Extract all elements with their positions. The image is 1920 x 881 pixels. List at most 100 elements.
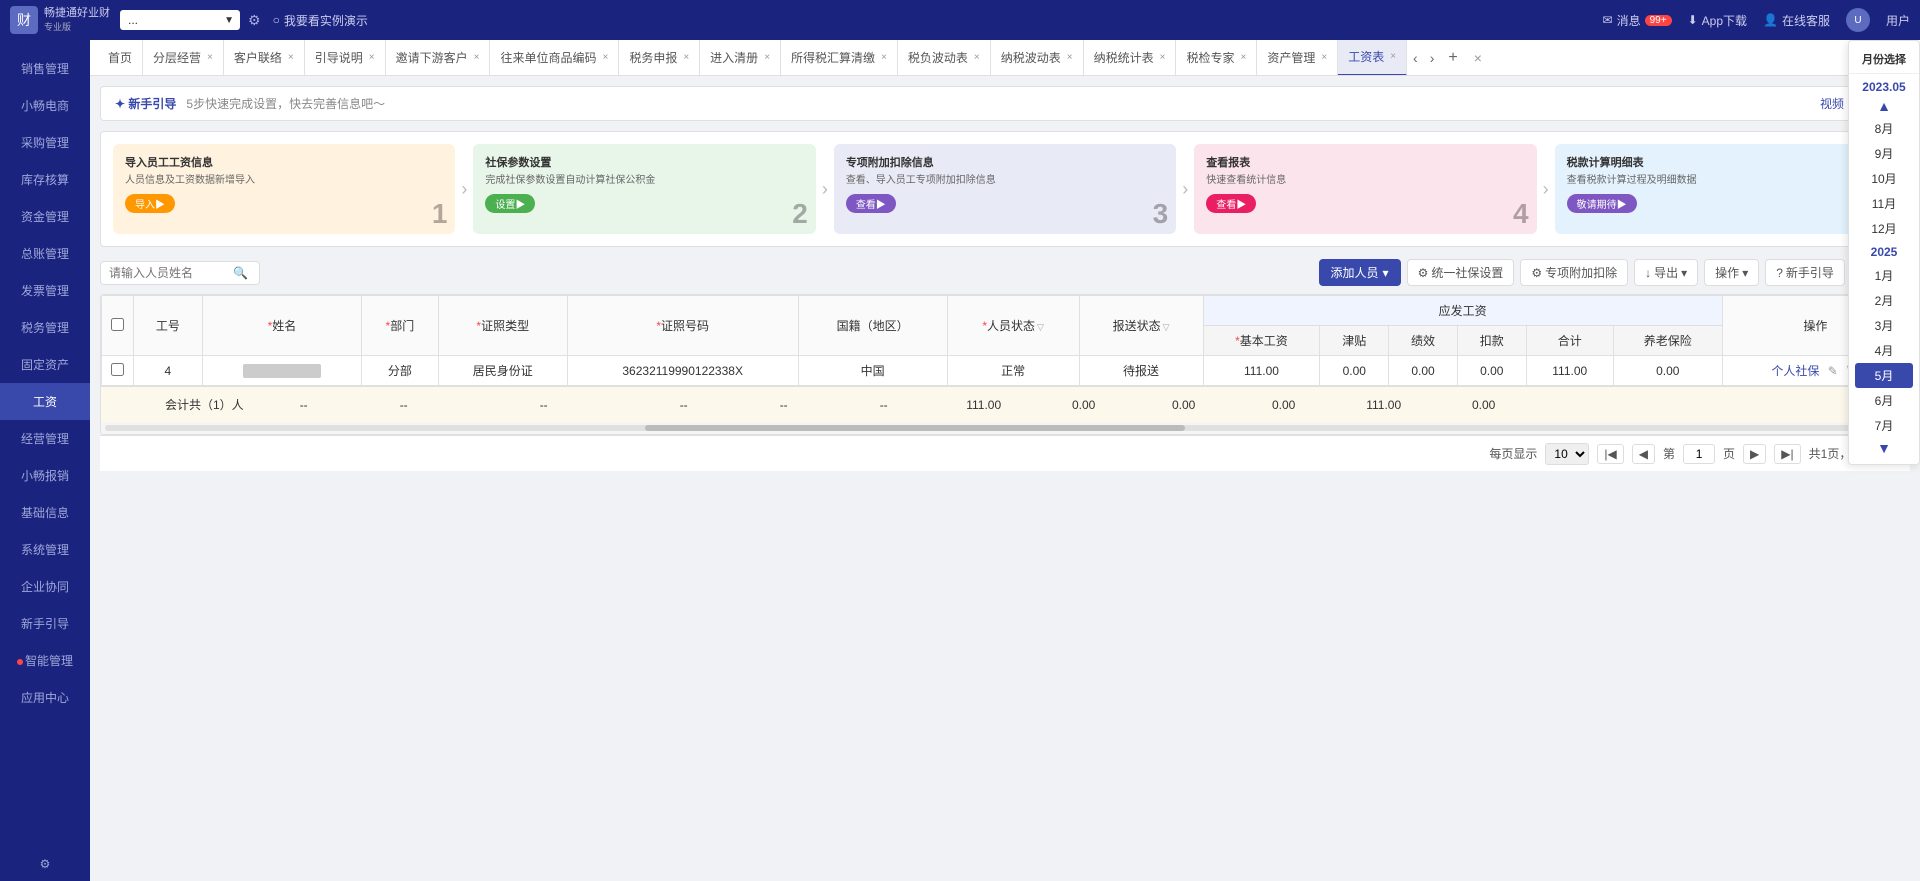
step-3-btn[interactable]: 查看▶ bbox=[846, 194, 896, 213]
step-5-btn[interactable]: 敬请期待▶ bbox=[1567, 194, 1637, 213]
tab-tax-calc[interactable]: 所得税汇算清缴× bbox=[781, 40, 898, 76]
company-selector[interactable]: ... ▼ bbox=[120, 10, 240, 30]
status-sort-icon[interactable]: ▽ bbox=[1037, 322, 1044, 332]
month-down-button[interactable]: ▼ bbox=[1873, 440, 1895, 456]
row-checkbox[interactable] bbox=[111, 363, 124, 376]
tab-prev-button[interactable]: ‹ bbox=[1407, 50, 1424, 66]
month-item-5[interactable]: 5月 bbox=[1855, 363, 1913, 388]
tab-guide-close[interactable]: × bbox=[369, 52, 375, 63]
month-item-9[interactable]: 9月 bbox=[1849, 141, 1919, 166]
month-item-1[interactable]: 1月 bbox=[1849, 263, 1919, 288]
sidebar-item-salary[interactable]: 工资 bbox=[0, 383, 90, 420]
sidebar-item-apps[interactable]: 应用中心 bbox=[0, 679, 90, 716]
tab-product-code-close[interactable]: × bbox=[602, 52, 608, 63]
tab-tax-table-close[interactable]: × bbox=[1160, 52, 1166, 63]
add-person-button[interactable]: 添加人员 ▾ bbox=[1319, 259, 1401, 286]
new-guide-button[interactable]: ? 新手引导 bbox=[1765, 259, 1845, 286]
step-2-btn[interactable]: 设置▶ bbox=[485, 194, 535, 213]
sidebar-item-finance[interactable]: 资金管理 bbox=[0, 198, 90, 235]
last-page-button[interactable]: ▶| bbox=[1774, 444, 1800, 464]
tab-tax-expert-close[interactable]: × bbox=[1240, 52, 1246, 63]
month-up-button[interactable]: ▲ bbox=[1873, 98, 1895, 114]
sidebar-item-enterprise[interactable]: 企业协同 bbox=[0, 568, 90, 605]
first-page-button[interactable]: |◀ bbox=[1597, 444, 1623, 464]
tab-tax-calc-close[interactable]: × bbox=[881, 52, 887, 63]
step-1-btn[interactable]: 导入▶ bbox=[125, 194, 175, 213]
sidebar-item-fixedasset[interactable]: 固定资产 bbox=[0, 346, 90, 383]
sidebar-settings-button[interactable]: ⚙ bbox=[0, 847, 90, 881]
sidebar-item-newguide[interactable]: 新手引导 bbox=[0, 605, 90, 642]
sidebar-item-operation[interactable]: 经营管理 bbox=[0, 420, 90, 457]
scrollbar-track[interactable] bbox=[105, 425, 1905, 431]
tab-customer-close[interactable]: × bbox=[288, 52, 294, 63]
sidebar-item-ledger[interactable]: 总账管理 bbox=[0, 235, 90, 272]
search-input[interactable] bbox=[109, 266, 229, 280]
tab-guide[interactable]: 引导说明× bbox=[305, 40, 386, 76]
month-item-11[interactable]: 11月 bbox=[1849, 191, 1919, 216]
sidebar-item-inventory[interactable]: 库存核算 bbox=[0, 161, 90, 198]
month-item-8[interactable]: 8月 bbox=[1849, 116, 1919, 141]
tab-tier-mgmt[interactable]: 分层经营× bbox=[143, 40, 224, 76]
tab-tier-mgmt-close[interactable]: × bbox=[207, 52, 213, 63]
page-size-select[interactable]: 10 20 50 bbox=[1545, 443, 1589, 465]
next-page-button[interactable]: ▶ bbox=[1743, 444, 1766, 464]
tab-salary[interactable]: 工资表× bbox=[1338, 40, 1407, 76]
deduction-button[interactable]: ⚙ 专项附加扣除 bbox=[1520, 259, 1628, 286]
online-service-button[interactable]: 👤 在线客服 bbox=[1763, 12, 1830, 29]
sidebar-item-invoice[interactable]: 发票管理 bbox=[0, 272, 90, 309]
tab-tax-exempt-close[interactable]: × bbox=[974, 52, 980, 63]
tab-salary-close[interactable]: × bbox=[1390, 51, 1396, 62]
sidebar-item-marketing[interactable]: 小畅报销 bbox=[0, 457, 90, 494]
tab-invite-close[interactable]: × bbox=[474, 52, 480, 63]
tab-customer[interactable]: 客户联络× bbox=[224, 40, 305, 76]
app-download-button[interactable]: ⬇ App下载 bbox=[1688, 12, 1747, 29]
guide-video-link[interactable]: 视频 bbox=[1820, 95, 1844, 112]
sidebar-item-tax[interactable]: 税务管理 bbox=[0, 309, 90, 346]
tab-clear-book-close[interactable]: × bbox=[764, 52, 770, 63]
tab-home[interactable]: 首页 bbox=[98, 40, 143, 76]
sidebar-item-system[interactable]: 系统管理 bbox=[0, 531, 90, 568]
search-icon[interactable]: 🔍 bbox=[233, 266, 248, 280]
sidebar-item-purchase[interactable]: 采购管理 bbox=[0, 124, 90, 161]
month-item-3[interactable]: 3月 bbox=[1849, 313, 1919, 338]
tab-next-button[interactable]: › bbox=[1424, 50, 1441, 66]
send-status-sort-icon[interactable]: ▽ bbox=[1163, 322, 1170, 332]
prev-page-button[interactable]: ◀ bbox=[1632, 444, 1655, 464]
horizontal-scrollbar[interactable] bbox=[101, 422, 1909, 434]
export-button[interactable]: ↓ 导出 ▾ bbox=[1634, 259, 1698, 286]
step-4-btn[interactable]: 查看▶ bbox=[1206, 194, 1256, 213]
row-edit-icon[interactable]: ✎ bbox=[1828, 364, 1838, 378]
month-item-7[interactable]: 7月 bbox=[1849, 413, 1919, 438]
demo-button[interactable]: ○ 我要看实例演示 bbox=[273, 12, 368, 29]
sidebar-item-ecommerce[interactable]: 小畅电商 bbox=[0, 87, 90, 124]
month-item-10[interactable]: 10月 bbox=[1849, 166, 1919, 191]
tab-asset-mgmt-close[interactable]: × bbox=[1321, 52, 1327, 63]
select-all-checkbox[interactable] bbox=[111, 318, 124, 331]
tab-invite[interactable]: 邀请下游客户× bbox=[386, 40, 491, 76]
operations-button[interactable]: 操作 ▾ bbox=[1704, 259, 1759, 286]
tab-tax-report[interactable]: 税务申报× bbox=[619, 40, 700, 76]
row-social-insurance-link[interactable]: 个人社保 bbox=[1771, 364, 1819, 378]
tab-asset-mgmt[interactable]: 资产管理× bbox=[1257, 40, 1338, 76]
tab-tax-exempt[interactable]: 税负波动表× bbox=[898, 40, 991, 76]
user-avatar[interactable]: U bbox=[1846, 8, 1870, 32]
tab-tax-expert[interactable]: 税检专家× bbox=[1176, 40, 1257, 76]
tab-add-button[interactable]: + bbox=[1440, 49, 1465, 67]
month-item-12[interactable]: 12月 bbox=[1849, 216, 1919, 241]
social-security-button[interactable]: ⚙ 统一社保设置 bbox=[1407, 259, 1515, 286]
tab-product-code[interactable]: 往来单位商品编码× bbox=[490, 40, 619, 76]
settings-icon[interactable]: ⚙ bbox=[248, 12, 261, 29]
scrollbar-thumb[interactable] bbox=[645, 425, 1185, 431]
month-item-4[interactable]: 4月 bbox=[1849, 338, 1919, 363]
tab-tax-report-close[interactable]: × bbox=[683, 52, 689, 63]
month-item-2[interactable]: 2月 bbox=[1849, 288, 1919, 313]
tab-tax-stats-close[interactable]: × bbox=[1067, 52, 1073, 63]
month-item-6[interactable]: 6月 bbox=[1849, 388, 1919, 413]
sidebar-item-smart[interactable]: 智能管理 bbox=[0, 642, 90, 679]
sidebar-item-basic[interactable]: 基础信息 bbox=[0, 494, 90, 531]
message-button[interactable]: ✉ 消息 99+ bbox=[1603, 12, 1672, 29]
tab-clear-book[interactable]: 进入清册× bbox=[700, 40, 781, 76]
tab-tax-stats[interactable]: 纳税波动表× bbox=[991, 40, 1084, 76]
tab-tax-table[interactable]: 纳税统计表× bbox=[1084, 40, 1177, 76]
page-input[interactable] bbox=[1683, 444, 1715, 464]
